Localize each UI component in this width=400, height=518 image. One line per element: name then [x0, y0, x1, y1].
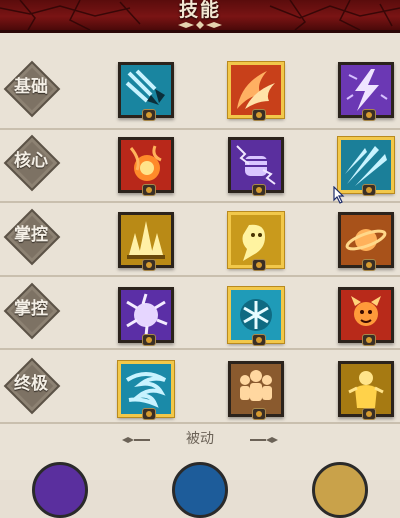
skill-level-badge [362, 334, 376, 346]
orbiting-planet-skill-icon [341, 215, 391, 265]
row-divider [0, 275, 400, 277]
summon-squad-skill-icon [231, 364, 281, 414]
golden-guardian-skill-icon [341, 364, 391, 414]
fireball-skill[interactable] [118, 137, 174, 196]
fire-imp-skill-icon [341, 290, 391, 340]
arrow-volley-skill[interactable] [118, 62, 174, 121]
golden-guardian-skill[interactable] [338, 361, 394, 420]
row-label-mastery-2: 掌控 [3, 282, 61, 340]
row-label-core: 核心 [3, 134, 61, 192]
skill-level-badge [142, 184, 156, 196]
golden-spikes-skill-icon [121, 215, 171, 265]
skill-level-badge [142, 408, 156, 420]
row-label-ultimate: 终极 [3, 357, 61, 415]
summon-squad-skill[interactable] [228, 361, 284, 420]
skill-level-badge [252, 334, 266, 346]
golden-spirit-skill[interactable] [228, 212, 284, 271]
row-label-text: 终极 [14, 374, 48, 394]
row-label-text: 掌控 [14, 225, 48, 245]
lightning-bolt-skill[interactable] [338, 62, 394, 121]
snowflake-skill-icon [231, 290, 281, 340]
storm-burst-skill[interactable] [118, 287, 174, 346]
passive-left-ornament [122, 437, 150, 443]
row-label-text: 基础 [14, 77, 48, 97]
passive-right-ornament [250, 437, 278, 443]
row-label-basic: 基础 [3, 60, 61, 118]
row-label-text: 核心 [14, 151, 48, 171]
fire-imp-skill[interactable] [338, 287, 394, 346]
passive-skill-3[interactable] [312, 462, 368, 518]
fire-slash-skill-icon [231, 65, 281, 115]
skill-level-badge [362, 184, 376, 196]
ice-shards-skill-icon [341, 140, 391, 190]
skill-level-badge [142, 259, 156, 271]
row-divider [0, 348, 400, 350]
skill-level-badge [362, 408, 376, 420]
top-header-bar: 技能 [0, 0, 400, 33]
skill-level-badge [252, 408, 266, 420]
passive-section-label: 被动 [186, 431, 214, 447]
skill-level-badge [142, 334, 156, 346]
skill-level-badge [252, 259, 266, 271]
skill-level-badge [252, 109, 266, 121]
skill-level-badge [252, 184, 266, 196]
passive-skill-2[interactable] [172, 462, 228, 518]
row-label-mastery: 掌控 [3, 208, 61, 266]
orbiting-planet-skill[interactable] [338, 212, 394, 271]
row-divider [0, 422, 400, 424]
skill-level-badge [362, 259, 376, 271]
ice-shards-skill[interactable] [338, 137, 394, 196]
whirlwind-skill[interactable] [118, 361, 174, 420]
mouse-cursor-icon [333, 186, 345, 204]
snowflake-skill[interactable] [228, 287, 284, 346]
skill-level-badge [142, 109, 156, 121]
golden-spikes-skill[interactable] [118, 212, 174, 271]
shock-fist-skill-icon [231, 140, 281, 190]
storm-burst-skill-icon [121, 290, 171, 340]
fire-slash-skill[interactable] [228, 62, 284, 121]
shock-fist-skill[interactable] [228, 137, 284, 196]
skill-level-badge [362, 109, 376, 121]
whirlwind-skill-icon [121, 364, 171, 414]
passive-skill-1[interactable] [32, 462, 88, 518]
title-ornament [178, 21, 222, 29]
fireball-skill-icon [121, 140, 171, 190]
row-divider [0, 128, 400, 130]
lightning-bolt-skill-icon [341, 65, 391, 115]
arrow-volley-skill-icon [121, 65, 171, 115]
row-label-text: 掌控 [14, 299, 48, 319]
golden-spirit-skill-icon [231, 215, 281, 265]
